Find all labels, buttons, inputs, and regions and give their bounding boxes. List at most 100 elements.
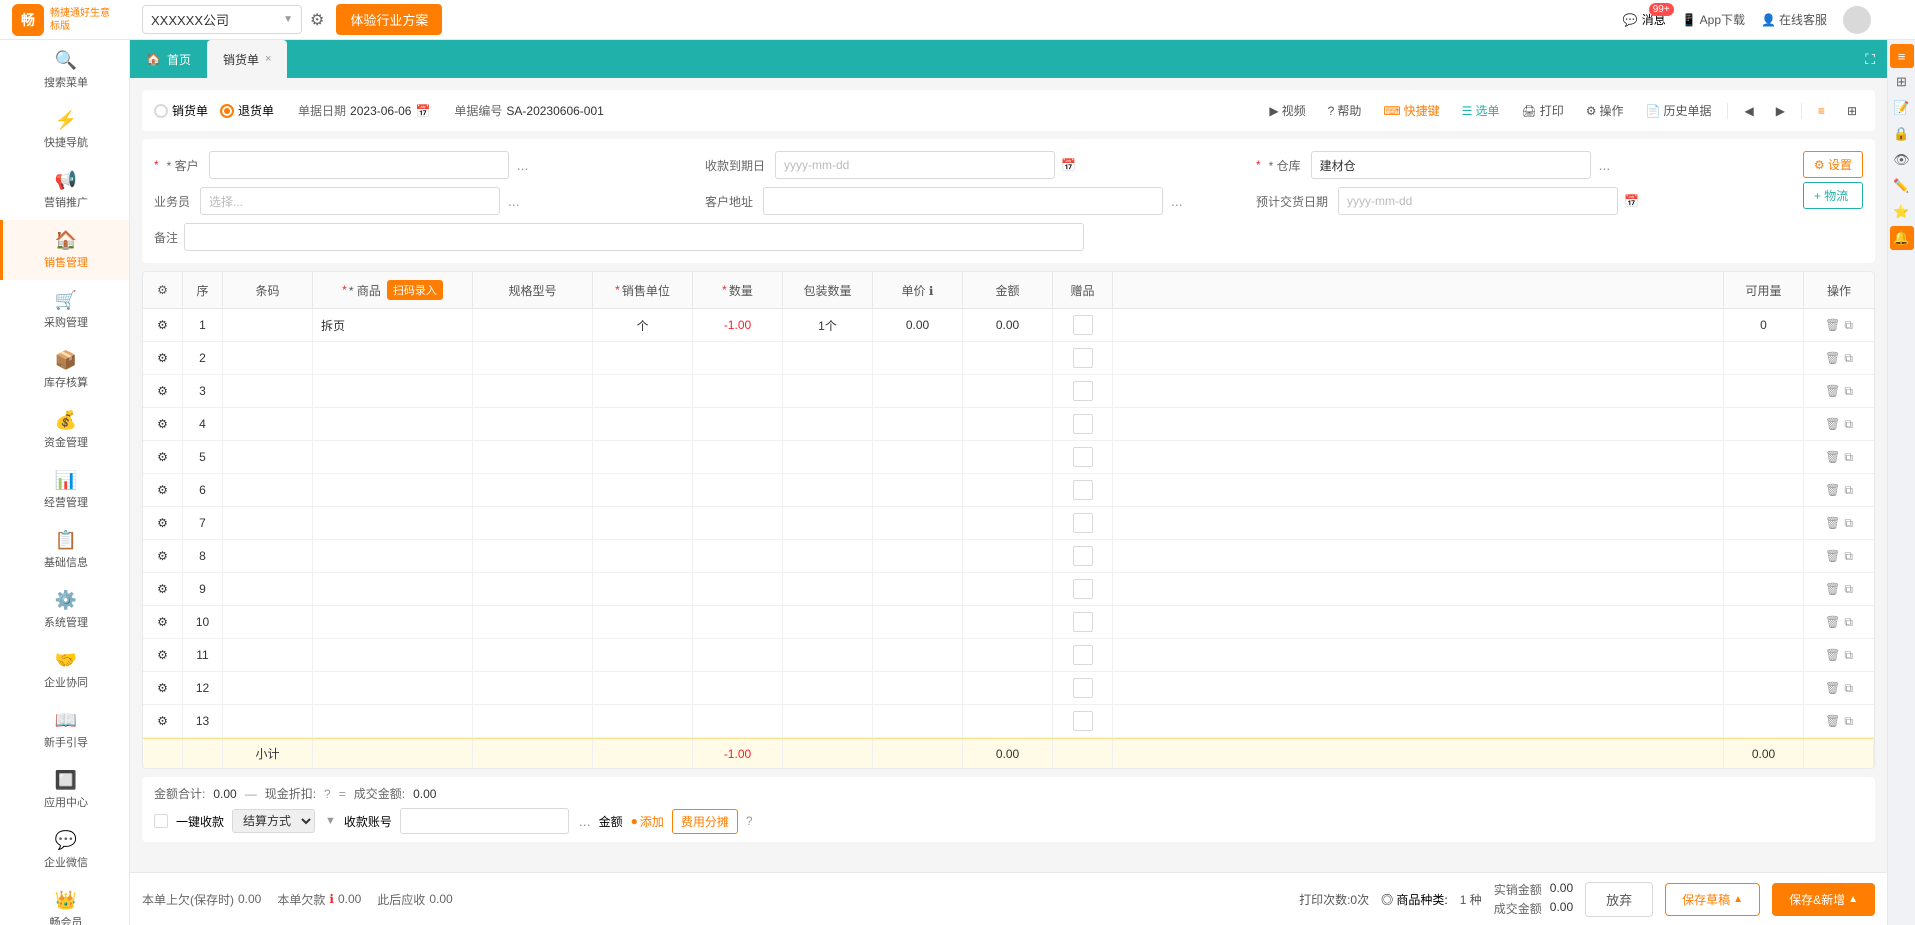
- td-price[interactable]: [873, 507, 963, 539]
- td-pack[interactable]: [783, 507, 873, 539]
- copy-icon[interactable]: ⧉: [1844, 384, 1853, 399]
- list-view-icon[interactable]: ≡: [1812, 100, 1831, 122]
- copy-icon[interactable]: ⧉: [1844, 516, 1853, 531]
- td-gift[interactable]: [1053, 342, 1113, 374]
- gift-checkbox[interactable]: [1073, 480, 1093, 500]
- gift-checkbox[interactable]: [1073, 711, 1093, 731]
- td-config[interactable]: ⚙: [143, 342, 183, 374]
- td-price[interactable]: [873, 639, 963, 671]
- calc-dots-btn[interactable]: ▼: [325, 815, 336, 827]
- customer-input[interactable]: [209, 151, 509, 179]
- gift-checkbox[interactable]: [1073, 546, 1093, 566]
- td-qty[interactable]: [693, 441, 783, 473]
- expense-help-icon[interactable]: ?: [746, 814, 753, 828]
- td-desc[interactable]: [1113, 474, 1724, 506]
- td-unit[interactable]: [593, 342, 693, 374]
- note-input[interactable]: [184, 223, 1084, 251]
- td-pack[interactable]: [783, 639, 873, 671]
- customer-addr-input[interactable]: [763, 187, 1163, 215]
- sidebar-item-appstore[interactable]: 🔲 应用中心: [0, 760, 129, 820]
- gift-checkbox[interactable]: [1073, 381, 1093, 401]
- td-barcode[interactable]: [223, 441, 313, 473]
- td-config[interactable]: ⚙: [143, 441, 183, 473]
- td-spec[interactable]: [473, 474, 593, 506]
- shortcut-btn[interactable]: ⌨ 快捷键: [1377, 98, 1445, 123]
- payment-checkbox[interactable]: [154, 814, 168, 828]
- td-config[interactable]: ⚙: [143, 606, 183, 638]
- td-price[interactable]: [873, 342, 963, 374]
- gift-checkbox[interactable]: [1073, 513, 1093, 533]
- td-barcode[interactable]: [223, 672, 313, 704]
- delete-icon[interactable]: 🗑: [1825, 318, 1840, 332]
- app-download-link[interactable]: 📱 App下载: [1682, 11, 1745, 28]
- td-price[interactable]: [873, 606, 963, 638]
- td-gift[interactable]: [1053, 705, 1113, 737]
- td-unit[interactable]: [593, 606, 693, 638]
- expected-date-calendar-icon[interactable]: 📅: [1624, 194, 1639, 208]
- td-pack[interactable]: [783, 672, 873, 704]
- td-barcode[interactable]: [223, 342, 313, 374]
- td-goods[interactable]: [313, 507, 473, 539]
- account-input[interactable]: [400, 808, 569, 834]
- td-qty[interactable]: [693, 507, 783, 539]
- td-amount[interactable]: [963, 639, 1053, 671]
- td-config[interactable]: ⚙: [143, 408, 183, 440]
- save-new-button[interactable]: 保存&新增 ▲: [1772, 883, 1875, 916]
- print-btn[interactable]: 🖨 打印: [1515, 98, 1569, 123]
- td-unit[interactable]: [593, 540, 693, 572]
- td-amount[interactable]: [963, 408, 1053, 440]
- sidebar-item-member[interactable]: 👑 畅会员: [0, 880, 129, 925]
- copy-icon[interactable]: ⧉: [1844, 483, 1853, 498]
- td-gift[interactable]: [1053, 672, 1113, 704]
- delete-icon[interactable]: 🗑: [1825, 681, 1840, 695]
- tab-close-icon[interactable]: ×: [265, 53, 271, 65]
- td-unit[interactable]: [593, 408, 693, 440]
- td-amount[interactable]: [963, 375, 1053, 407]
- td-pack[interactable]: [783, 375, 873, 407]
- td-barcode[interactable]: [223, 507, 313, 539]
- td-desc[interactable]: [1113, 672, 1724, 704]
- calc-method-select[interactable]: 结算方式: [232, 809, 315, 833]
- tab-maximize-icon[interactable]: ⛶: [1865, 51, 1887, 68]
- td-unit[interactable]: [593, 375, 693, 407]
- td-qty[interactable]: [693, 573, 783, 605]
- delete-icon[interactable]: 🗑: [1825, 483, 1840, 497]
- warehouse-dots-btn[interactable]: ...: [1599, 157, 1611, 173]
- td-gift[interactable]: [1053, 474, 1113, 506]
- td-qty[interactable]: [693, 639, 783, 671]
- td-spec[interactable]: [473, 408, 593, 440]
- action-btn[interactable]: ⚙ 操作: [1580, 98, 1630, 123]
- td-price[interactable]: [873, 573, 963, 605]
- td-config[interactable]: ⚙: [143, 507, 183, 539]
- sidebar-item-inventory[interactable]: 📦 库存核算: [0, 340, 129, 400]
- td-qty[interactable]: [693, 474, 783, 506]
- delete-icon[interactable]: 🗑: [1825, 714, 1840, 728]
- online-service-link[interactable]: 👤 在线客服: [1761, 11, 1827, 28]
- gift-checkbox[interactable]: [1073, 348, 1093, 368]
- td-goods[interactable]: [313, 441, 473, 473]
- td-qty[interactable]: [693, 705, 783, 737]
- next-icon[interactable]: ▶: [1770, 100, 1791, 122]
- td-desc[interactable]: [1113, 606, 1724, 638]
- right-panel-btn-5[interactable]: ✏️: [1890, 174, 1914, 198]
- td-spec[interactable]: [473, 507, 593, 539]
- td-amount[interactable]: [963, 705, 1053, 737]
- td-config[interactable]: ⚙: [143, 474, 183, 506]
- td-config[interactable]: ⚙: [143, 309, 183, 341]
- customer-dots-btn[interactable]: ...: [517, 157, 529, 173]
- expected-date-input[interactable]: yyyy-mm-dd: [1338, 187, 1618, 215]
- td-barcode[interactable]: [223, 540, 313, 572]
- gift-checkbox[interactable]: [1073, 645, 1093, 665]
- sidebar-item-operations[interactable]: 📊 经营管理: [0, 460, 129, 520]
- td-config[interactable]: ⚙: [143, 639, 183, 671]
- td-qty[interactable]: [693, 672, 783, 704]
- grid-view-icon[interactable]: ⊞: [1841, 100, 1863, 122]
- td-pack[interactable]: [783, 573, 873, 605]
- td-gift[interactable]: [1053, 507, 1113, 539]
- company-selector[interactable]: XXXXXX公司 ▼: [142, 5, 302, 34]
- td-price[interactable]: [873, 375, 963, 407]
- copy-icon[interactable]: ⧉: [1844, 450, 1853, 465]
- td-config[interactable]: ⚙: [143, 375, 183, 407]
- td-pack[interactable]: [783, 342, 873, 374]
- copy-icon[interactable]: ⧉: [1844, 681, 1853, 696]
